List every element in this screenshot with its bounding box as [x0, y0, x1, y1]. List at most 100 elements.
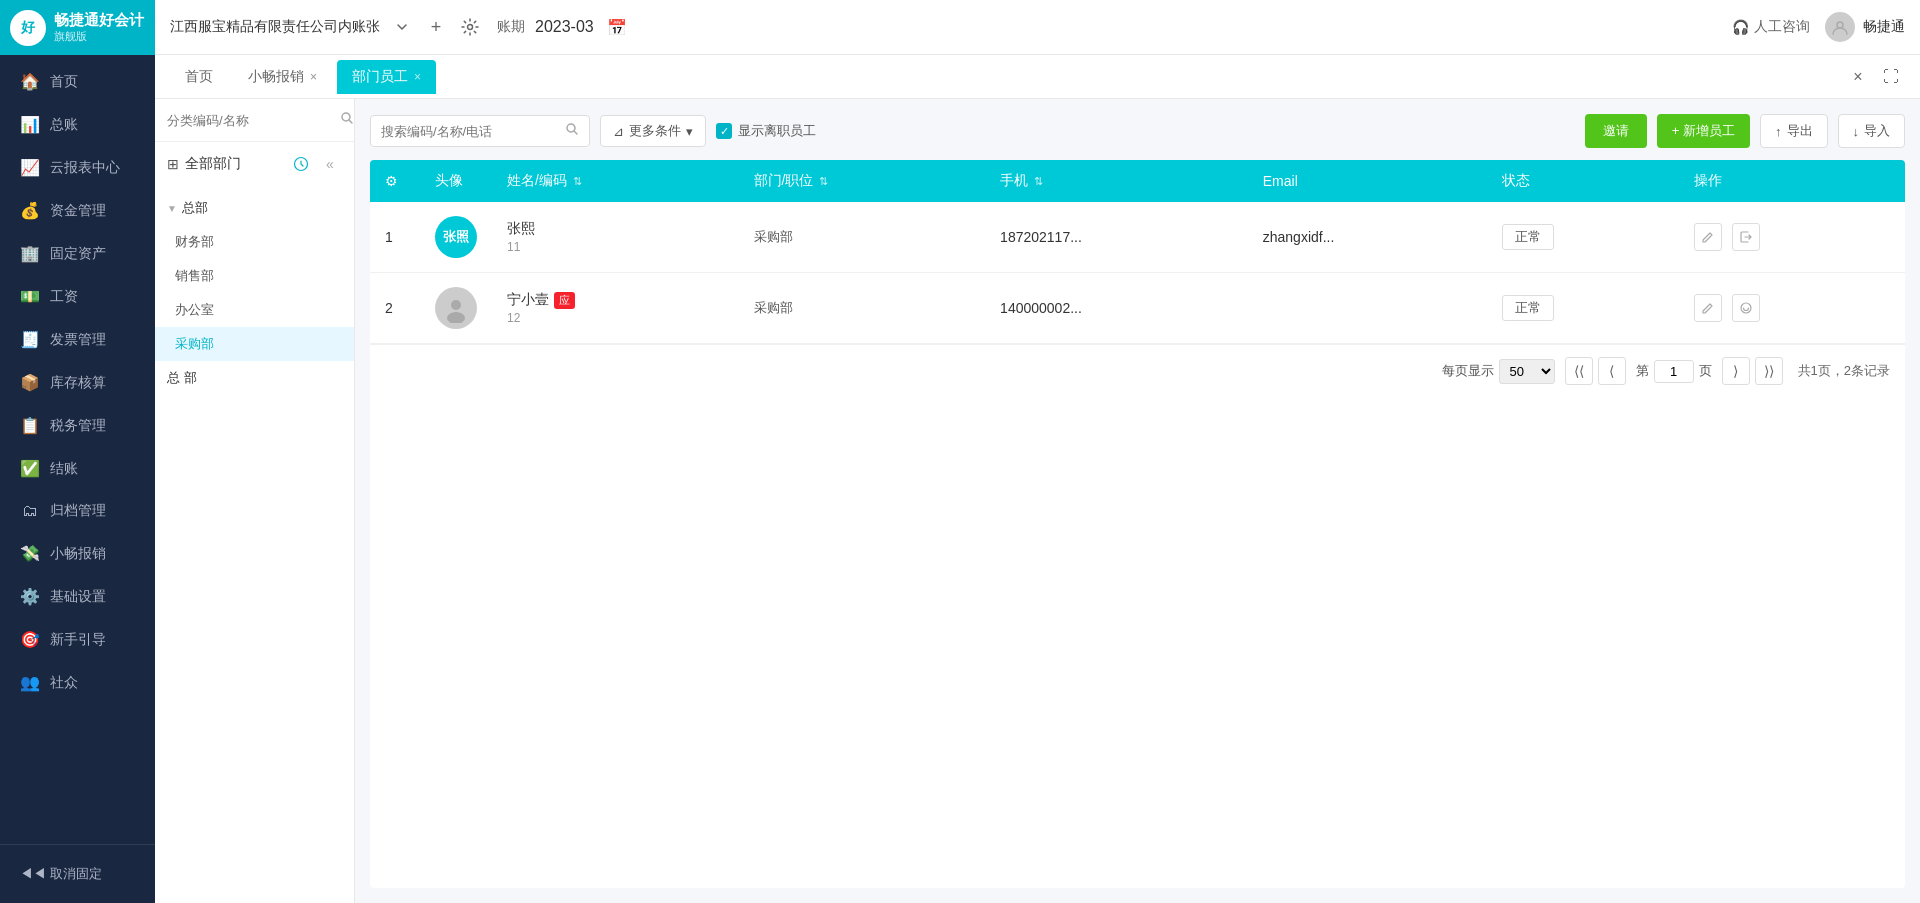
name-sort-icon: ⇅: [573, 175, 582, 188]
sidebar: 好 畅捷通好会计 旗舰版 🏠 首页 📊 总账 📈 云报表中心 💰 资金管理 🏢 …: [0, 0, 155, 903]
next-page-button[interactable]: ⟩: [1722, 357, 1750, 385]
filter-button[interactable]: ⊿ 更多条件 ▾: [600, 115, 706, 147]
row1-no: 1: [370, 202, 420, 273]
th-name-code[interactable]: 姓名/编码 ⇅: [492, 160, 739, 202]
th-dept-position[interactable]: 部门/职位 ⇅: [739, 160, 986, 202]
th-dept-label: 部门/职位: [754, 172, 814, 190]
sidebar-item-salary[interactable]: 💵 工资: [0, 275, 155, 318]
dept-search-input[interactable]: [167, 113, 335, 128]
sidebar-label-home: 首页: [50, 73, 78, 91]
dept-label-finance: 财务部: [175, 233, 214, 251]
sidebar-item-settings[interactable]: ⚙️ 基础设置: [0, 575, 155, 618]
dept-node-purchasing[interactable]: 采购部: [155, 327, 354, 361]
dept-node-hq[interactable]: 总 部: [155, 361, 354, 395]
period-label: 账期: [497, 18, 525, 36]
import-button[interactable]: ↓ 导入: [1838, 114, 1906, 148]
filter-label: 更多条件: [629, 122, 681, 140]
page-number-input[interactable]: [1654, 360, 1694, 383]
show-resigned-toggle[interactable]: ✓ 显示离职员工: [716, 122, 816, 140]
sidebar-item-reports[interactable]: 📈 云报表中心: [0, 146, 155, 189]
employee-search-input[interactable]: [381, 124, 559, 139]
sidebar-item-home[interactable]: 🏠 首页: [0, 60, 155, 103]
prev-page-button[interactable]: ⟨: [1598, 357, 1626, 385]
dept-search-area: [155, 99, 354, 142]
tab-maximize[interactable]: ⛶: [1877, 63, 1905, 91]
tab-expense-close[interactable]: ×: [310, 70, 317, 84]
user-area[interactable]: 畅捷通: [1825, 12, 1905, 42]
dept-collapse-icon[interactable]: «: [318, 152, 342, 176]
dept-node-finance[interactable]: 财务部: [155, 225, 354, 259]
add-employee-button[interactable]: + 新增员工: [1657, 114, 1750, 148]
sidebar-item-ledger[interactable]: 📊 总账: [0, 103, 155, 146]
sidebar-item-inventory[interactable]: 📦 库存核算: [0, 361, 155, 404]
tab-expense[interactable]: 小畅报销 ×: [233, 60, 332, 94]
table-row: 1 张照 张熙 11: [370, 202, 1905, 273]
calendar-icon[interactable]: 📅: [607, 18, 627, 37]
svg-point-5: [451, 300, 461, 310]
add-tab-button[interactable]: +: [424, 15, 448, 39]
dept-label-office: 办公室: [175, 301, 214, 319]
last-page-button[interactable]: ⟩⟩: [1755, 357, 1783, 385]
th-email: Email: [1248, 160, 1487, 202]
sidebar-label-tax: 税务管理: [50, 417, 106, 435]
th-settings[interactable]: ⚙: [370, 160, 420, 202]
sidebar-item-assets[interactable]: 🏢 固定资产: [0, 232, 155, 275]
sidebar-item-funds[interactable]: 💰 资金管理: [0, 189, 155, 232]
toolbar-right: 邀请 + 新增员工 ↑ 导出 ↓ 导入: [1585, 114, 1905, 148]
dept-edit-icon[interactable]: [289, 152, 313, 176]
row2-email: [1248, 273, 1487, 344]
per-page-select[interactable]: 50 100 200: [1499, 359, 1555, 384]
employee-search-icon[interactable]: [565, 122, 579, 140]
dept-node-office[interactable]: 办公室: [155, 293, 354, 327]
first-page-button[interactable]: ⟨⟨: [1565, 357, 1593, 385]
employee-code-2: 12: [507, 311, 724, 325]
sidebar-label-archive: 归档管理: [50, 502, 106, 520]
tab-close-window[interactable]: ×: [1844, 63, 1872, 91]
row1-edit-button[interactable]: [1694, 223, 1722, 251]
sidebar-label-salary: 工资: [50, 288, 78, 306]
app-edition: 旗舰版: [54, 29, 144, 44]
employee-name-1: 张熙: [507, 220, 724, 238]
employee-search-box: [370, 115, 590, 147]
tab-department[interactable]: 部门员工 ×: [337, 60, 436, 94]
th-phone[interactable]: 手机 ⇅: [985, 160, 1248, 202]
cancel-fixed-button[interactable]: ◀◀ 取消固定: [0, 855, 155, 893]
company-dropdown-button[interactable]: [390, 15, 414, 39]
dept-search-icon[interactable]: [340, 111, 354, 129]
sidebar-item-expense[interactable]: 💸 小畅报销: [0, 532, 155, 575]
tab-home[interactable]: 首页: [170, 60, 228, 94]
avatar-zhang: 张照: [435, 216, 477, 258]
sidebar-label-closing: 结账: [50, 460, 78, 478]
th-status: 状态: [1487, 160, 1680, 202]
all-depts-button[interactable]: ⊞ 全部部门: [167, 155, 283, 173]
th-phone-label: 手机: [1000, 172, 1028, 190]
row1-phone: 187202117...: [985, 202, 1248, 273]
svg-point-6: [447, 312, 465, 323]
sidebar-item-invoice[interactable]: 🧾 发票管理: [0, 318, 155, 361]
name-with-tag: 宁小壹 应: [507, 291, 724, 309]
sidebar-label-assets: 固定资产: [50, 245, 106, 263]
closing-icon: ✅: [20, 459, 40, 478]
row2-edit-button[interactable]: [1694, 294, 1722, 322]
employee-table-container: ⚙ 头像 姓名/编码 ⇅: [370, 160, 1905, 888]
row1-logout-button[interactable]: [1732, 223, 1760, 251]
sidebar-item-guide[interactable]: 🎯 新手引导: [0, 618, 155, 661]
row2-delete-button[interactable]: [1732, 294, 1760, 322]
invite-button[interactable]: 邀请: [1585, 114, 1647, 148]
sidebar-item-archive[interactable]: 🗂 归档管理: [0, 490, 155, 532]
row1-dept: 采购部: [739, 202, 986, 273]
sidebar-item-community[interactable]: 👥 社众: [0, 661, 155, 704]
toolbar: ⊿ 更多条件 ▾ ✓ 显示离职员工 邀请 + 新增员工 ↑: [370, 114, 1905, 148]
sidebar-label-inventory: 库存核算: [50, 374, 106, 392]
sidebar-label-guide: 新手引导: [50, 631, 106, 649]
dept-header-actions: «: [289, 152, 342, 176]
dept-node-general[interactable]: ▼ 总部: [155, 191, 354, 225]
row2-name: 宁小壹 应 12: [492, 273, 739, 344]
settings-button[interactable]: [458, 15, 482, 39]
export-button[interactable]: ↑ 导出: [1760, 114, 1828, 148]
service-button[interactable]: 🎧 人工咨询: [1732, 18, 1810, 36]
sidebar-item-tax[interactable]: 📋 税务管理: [0, 404, 155, 447]
dept-node-sales[interactable]: 销售部: [155, 259, 354, 293]
tab-department-close[interactable]: ×: [414, 70, 421, 84]
sidebar-item-closing[interactable]: ✅ 结账: [0, 447, 155, 490]
